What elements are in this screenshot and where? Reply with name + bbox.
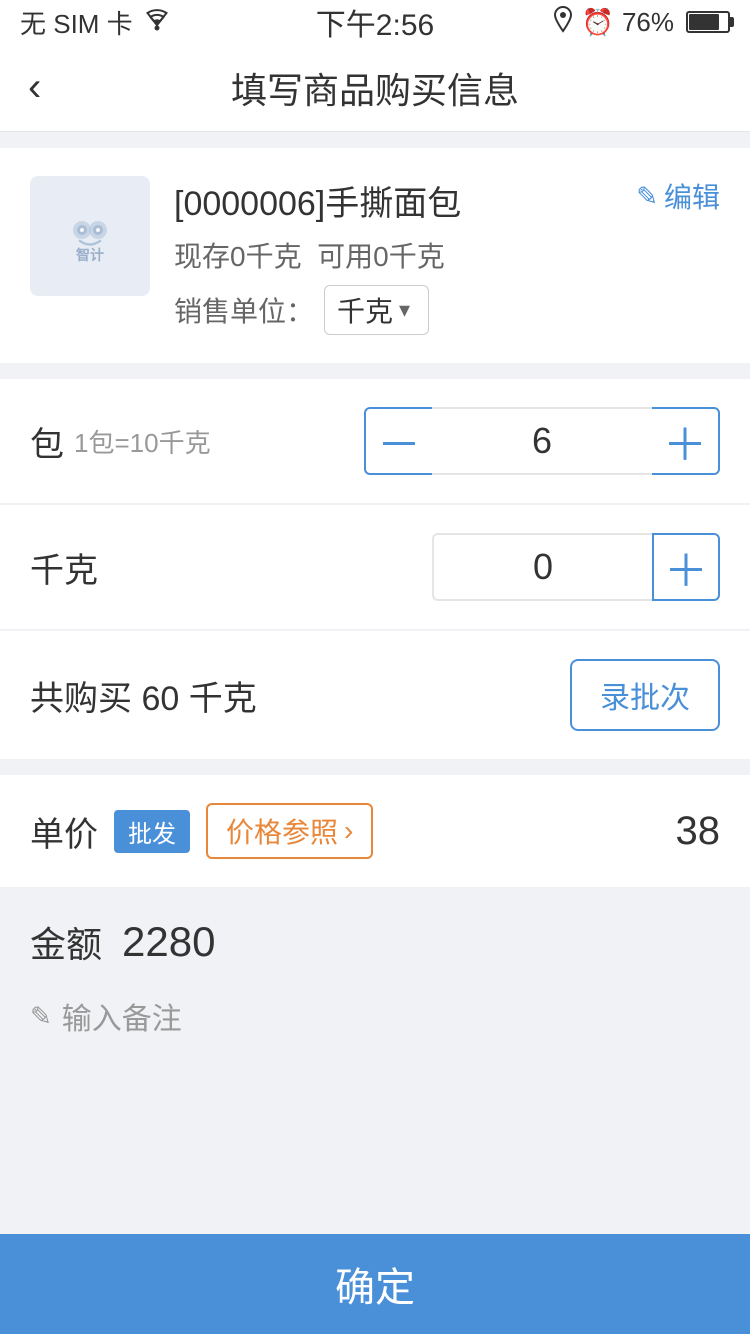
product-stock: 现存0千克 可用0千克: [174, 235, 720, 275]
amount-label: 金额: [30, 916, 102, 968]
total-row: 共购买 60 千克 录批次: [0, 631, 750, 759]
status-time: 下午2:56: [316, 0, 434, 44]
kg-row: 千克 ＋: [0, 505, 750, 629]
price-ref-arrow-icon: ›: [344, 815, 353, 847]
price-tag-badge: 批发: [114, 810, 190, 853]
battery-icon: [686, 11, 730, 33]
bao-row: 包 1包=10千克 － ＋: [0, 379, 750, 503]
price-label: 单价: [30, 807, 98, 856]
nav-bar: ‹ 填写商品购买信息: [0, 44, 750, 132]
kg-label: 千克: [30, 543, 98, 592]
wifi-icon: [141, 7, 173, 38]
note-icon: ✎: [30, 1001, 52, 1032]
note-row[interactable]: ✎ 输入备注: [30, 984, 720, 1048]
battery-text: 76%: [622, 7, 674, 38]
amount-row: 金额 2280: [30, 916, 720, 968]
bao-plus-button[interactable]: ＋: [652, 407, 720, 475]
price-section: 单价 批发 价格参照 › 38: [0, 775, 750, 888]
page-title: 填写商品购买信息: [231, 62, 519, 114]
kg-plus-button[interactable]: ＋: [652, 533, 720, 601]
bao-label: 包: [30, 417, 64, 466]
back-button[interactable]: ‹: [28, 65, 41, 110]
confirm-button[interactable]: 确定: [0, 1234, 750, 1334]
edit-icon: ✎: [636, 181, 658, 212]
product-image: 智计: [30, 176, 150, 296]
price-ref-label: 价格参照: [226, 811, 338, 851]
unit-select[interactable]: 千克: [324, 285, 429, 335]
total-label: 共购买 60 千克: [30, 671, 540, 720]
bao-input[interactable]: [432, 407, 652, 475]
price-ref-button[interactable]: 价格参照 ›: [206, 803, 373, 859]
kg-stepper: ＋: [432, 533, 720, 601]
plus-icon-kg: ＋: [664, 535, 708, 599]
bao-quantity-section: 包 1包=10千克 － ＋: [0, 379, 750, 503]
amount-section: 金额 2280 ✎ 输入备注: [0, 888, 750, 1068]
product-card: 智计 [0000006]手撕面包 现存0千克 可用0千克 销售单位： 千克 ✎ …: [0, 148, 750, 363]
confirm-label: 确定: [335, 1255, 415, 1313]
product-unit-row: 销售单位： 千克: [174, 285, 720, 335]
amount-value: 2280: [122, 918, 215, 966]
note-placeholder: 输入备注: [62, 994, 182, 1038]
batch-button[interactable]: 录批次: [570, 659, 720, 731]
alarm-icon: ⏰: [582, 7, 614, 38]
bao-stepper: － ＋: [364, 407, 720, 475]
status-right: ⏰ 76%: [552, 5, 730, 40]
kg-input[interactable]: [432, 533, 652, 601]
bao-minus-button[interactable]: －: [364, 407, 432, 475]
edit-button[interactable]: ✎ 编辑: [636, 176, 720, 216]
status-bar: 无 SIM 卡 下午2:56 ⏰ 76%: [0, 0, 750, 44]
bottom-spacer: [0, 1068, 750, 1188]
location-icon: [552, 5, 574, 40]
carrier-text: 无 SIM 卡: [20, 4, 133, 41]
bao-hint: 1包=10千克: [74, 423, 364, 460]
plus-icon: ＋: [663, 409, 707, 473]
svg-text:智计: 智计: [75, 247, 104, 263]
price-value: 38: [676, 809, 721, 854]
price-row: 单价 批发 价格参照 › 38: [0, 775, 750, 888]
status-left: 无 SIM 卡: [20, 4, 173, 41]
kg-quantity-section: 千克 ＋: [0, 505, 750, 629]
minus-icon: －: [377, 409, 421, 473]
